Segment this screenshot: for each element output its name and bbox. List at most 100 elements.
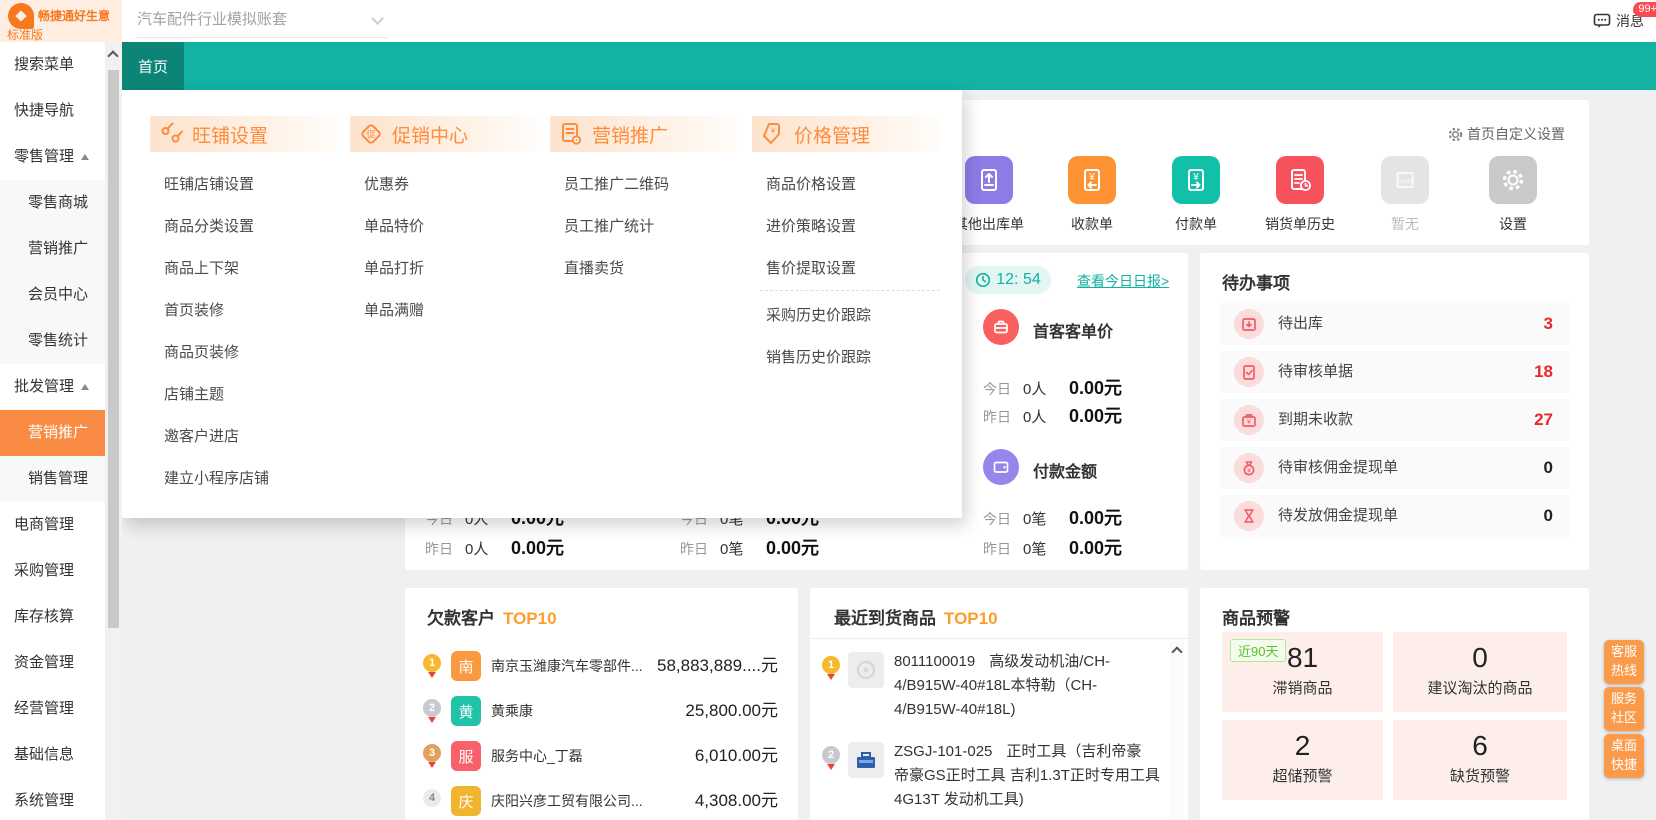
sidebar-item-purchase[interactable]: 采购管理 bbox=[0, 548, 105, 594]
money-bag-icon: ¥ bbox=[1243, 461, 1255, 476]
menu-item-shop-theme[interactable]: 店铺主题 bbox=[150, 372, 338, 414]
menu-item-invite-customers[interactable]: 邀客户进店 bbox=[150, 414, 338, 456]
arrival-row[interactable]: 2 ZSGJ-101-025 正时工具（吉利帝豪 帝豪GS正时工具 吉利1.3T正… bbox=[822, 740, 1160, 812]
sidebar-item-retail-marketing[interactable]: 营销推广 bbox=[0, 226, 105, 272]
edge-tab-desktop-shortcut[interactable]: 桌面快捷 bbox=[1604, 734, 1644, 778]
menu-item-listing[interactable]: 商品上下架 bbox=[150, 246, 338, 288]
menu-item-create-miniprogram[interactable]: 建立小程序店铺 bbox=[150, 456, 338, 498]
debtor-row[interactable]: 2 黄 黄乘康 25,800.00元 bbox=[421, 691, 782, 731]
menu-item-product-page-decor[interactable]: 商品页装修 bbox=[150, 330, 338, 372]
menu-item-shop-setup[interactable]: 旺铺店铺设置 bbox=[150, 162, 338, 204]
todo-item-outbound[interactable]: 待出库 3 bbox=[1220, 303, 1569, 345]
sidebar-group-wholesale[interactable]: 批发管理 bbox=[0, 364, 105, 410]
sidebar-group-retail[interactable]: 零售管理 bbox=[0, 134, 105, 180]
shortcut-other-outbound[interactable]: 其他出库单 bbox=[954, 156, 1024, 232]
product-text: ZSGJ-101-025 正时工具（吉利帝豪 帝豪GS正时工具 吉利1.3T正时专… bbox=[894, 743, 1160, 808]
edition-label: 标准版 bbox=[7, 28, 44, 42]
menu-item-sales-price-history[interactable]: 销售历史价跟踪 bbox=[752, 335, 940, 377]
shortcut-payment-voucher[interactable]: ¥ 付款单 bbox=[1172, 156, 1220, 232]
shortcut-receipt-voucher[interactable]: ¥ 收款单 bbox=[1068, 156, 1116, 232]
menu-item-special-price[interactable]: 单品特价 bbox=[350, 204, 538, 246]
sidebar-item-inventory[interactable]: 库存核算 bbox=[0, 594, 105, 640]
svg-text:¥: ¥ bbox=[1247, 468, 1251, 475]
debtors-panel: 欠款客户 TOP10 1 南 南京玉潍康汽车零部件... 58,883,889..… bbox=[405, 588, 798, 820]
sidebar-item-quick-nav[interactable]: 快捷导航 bbox=[0, 88, 105, 134]
sidebar-item-search-menu[interactable]: 搜索菜单 bbox=[0, 42, 105, 88]
edge-tab-group: 客服热线 服务社区 桌面快捷 bbox=[1604, 640, 1644, 781]
menu-item-category-setup[interactable]: 商品分类设置 bbox=[150, 204, 338, 246]
app-window: 畅捷通好生意 标准版 汽车配件行业模拟账套 消息 99+ 搜索菜单 快捷导航 零… bbox=[0, 0, 1656, 820]
menu-header: 旺铺设置 bbox=[150, 116, 338, 152]
alert-suggest-remove[interactable]: 0 建议淘汰的商品 bbox=[1393, 632, 1567, 712]
daily-report-link[interactable]: 查看今日日报> bbox=[1077, 271, 1169, 291]
todo-item-overdue-receivable[interactable]: ¥ 到期未收款 27 bbox=[1220, 399, 1569, 441]
medal-silver-icon: 2 bbox=[423, 699, 441, 723]
placeholder-icon: icon bbox=[1396, 172, 1414, 188]
menu-item-coupon[interactable]: 优惠券 bbox=[350, 162, 538, 204]
debtor-row[interactable]: 3 服 服务中心_丁磊 6,010.00元 bbox=[421, 736, 782, 776]
stat-row: 昨日 0人 0.00元 bbox=[983, 406, 1123, 426]
edge-tab-hotline[interactable]: 客服热线 bbox=[1604, 640, 1644, 684]
scroll-up-icon[interactable] bbox=[107, 50, 119, 62]
scroll-up-icon[interactable] bbox=[1171, 646, 1183, 658]
outbound-pending-icon bbox=[1242, 318, 1256, 331]
time-badge: 12: 54 bbox=[965, 266, 1051, 294]
sidebar-item-sales-mgmt[interactable]: 销售管理 bbox=[0, 456, 105, 502]
menu-item-purchase-price-history[interactable]: 采购历史价跟踪 bbox=[752, 293, 940, 335]
product-text: 8011100019 高级发动机油/CH-4/B915W-40#18L本特勒（CH… bbox=[894, 653, 1111, 718]
alert-overstock[interactable]: 2 超储预警 bbox=[1222, 720, 1384, 800]
svg-text:¥: ¥ bbox=[1192, 172, 1199, 183]
product-alerts-panel: 商品预警 近90天 81 滞销商品 0 建议淘汰的商品 2 超储预警 6 缺货预 bbox=[1200, 588, 1589, 820]
chevron-down-icon bbox=[371, 12, 384, 25]
todo-panel: 待办事项 待出库 3 待审核单据 18 ¥ 到期未收款 27 ¥ 待审核佣金提现… bbox=[1200, 253, 1589, 570]
sidebar-item-operations[interactable]: 经营管理 bbox=[0, 686, 105, 732]
sidebar-item-funds[interactable]: 资金管理 bbox=[0, 640, 105, 686]
sidebar-item-retail-mall[interactable]: 零售商城 bbox=[0, 180, 105, 226]
alert-slow-moving[interactable]: 近90天 81 滞销商品 bbox=[1222, 632, 1384, 712]
sidebar-item-marketing-promotion[interactable]: 营销推广 bbox=[0, 410, 105, 456]
debtor-row[interactable]: 4 庆 庆阳兴彦工贸有限公司... 4,308.00元 bbox=[421, 781, 782, 820]
menu-header: ¥ 价格管理 bbox=[752, 116, 940, 152]
menu-item-home-decor[interactable]: 首页装修 bbox=[150, 288, 338, 330]
menu-item-staff-qrcode[interactable]: 员工推广二维码 bbox=[550, 162, 738, 204]
hourglass-icon bbox=[1244, 509, 1254, 523]
clock-icon bbox=[976, 272, 991, 288]
todo-item-commission-payout[interactable]: 待发放佣金提现单 0 bbox=[1220, 495, 1569, 537]
arrival-row[interactable]: 1 8011100019 高级发动机油/CH-4/B915W-40#18L本特勒（… bbox=[822, 650, 1160, 722]
receipt-voucher-icon: ¥ bbox=[1084, 169, 1100, 191]
sidebar-item-base-info[interactable]: 基础信息 bbox=[0, 732, 105, 778]
alert-out-of-stock[interactable]: 6 缺货预警 bbox=[1393, 720, 1567, 800]
account-book-select[interactable]: 汽车配件行业模拟账套 bbox=[137, 2, 388, 38]
shortcut-settings[interactable]: 设置 bbox=[1489, 156, 1537, 232]
menu-item-sale-price-extract[interactable]: 售价提取设置 bbox=[752, 246, 940, 288]
shop-settings-icon bbox=[161, 122, 183, 143]
sidebar-scrollbar[interactable] bbox=[105, 42, 122, 820]
shortcut-empty-slot[interactable]: icon 暂无 bbox=[1381, 156, 1429, 232]
svg-text:¥: ¥ bbox=[1088, 172, 1095, 183]
sidebar-item-retail-stats[interactable]: 零售统计 bbox=[0, 318, 105, 364]
sidebar-item-member-center[interactable]: 会员中心 bbox=[0, 272, 105, 318]
todo-item-audit-docs[interactable]: 待审核单据 18 bbox=[1220, 351, 1569, 393]
stat-row: 今日 0笔 0.00元 bbox=[983, 508, 1123, 528]
menu-item-discount[interactable]: 单品打折 bbox=[350, 246, 538, 288]
debtor-row[interactable]: 1 南 南京玉潍康汽车零部件... 58,883,889....元 bbox=[421, 646, 782, 686]
main-area: 首页 首页自定义设置 其他出库单 ¥ 收款单 ¥ 付款单 销货单历史 icon … bbox=[122, 42, 1656, 820]
list-scrollbar[interactable] bbox=[1170, 642, 1184, 820]
sidebar-item-system[interactable]: 系统管理 bbox=[0, 778, 105, 820]
avatar: 南 bbox=[451, 651, 481, 681]
tab-home[interactable]: 首页 bbox=[122, 42, 184, 90]
menu-item-staff-promo-stats[interactable]: 员工推广统计 bbox=[550, 204, 738, 246]
homepage-customize-link[interactable]: 首页自定义设置 bbox=[1448, 124, 1565, 144]
shortcut-sales-history[interactable]: 销货单历史 bbox=[1265, 156, 1335, 232]
menu-item-product-price-setup[interactable]: 商品价格设置 bbox=[752, 162, 940, 204]
messages-button[interactable]: 消息 99+ bbox=[1593, 2, 1656, 31]
avatar: 黄 bbox=[451, 696, 481, 726]
edge-tab-community[interactable]: 服务社区 bbox=[1604, 687, 1644, 731]
sidebar-item-ecommerce[interactable]: 电商管理 bbox=[0, 502, 105, 548]
menu-item-live-selling[interactable]: 直播卖货 bbox=[550, 246, 738, 288]
menu-item-gift-with-purchase[interactable]: 单品满赠 bbox=[350, 288, 538, 330]
menu-item-purchase-price-policy[interactable]: 进价策略设置 bbox=[752, 204, 940, 246]
scrollbar-thumb[interactable] bbox=[108, 70, 119, 628]
period-badge: 近90天 bbox=[1230, 639, 1287, 662]
todo-item-commission-audit[interactable]: ¥ 待审核佣金提现单 0 bbox=[1220, 447, 1569, 489]
